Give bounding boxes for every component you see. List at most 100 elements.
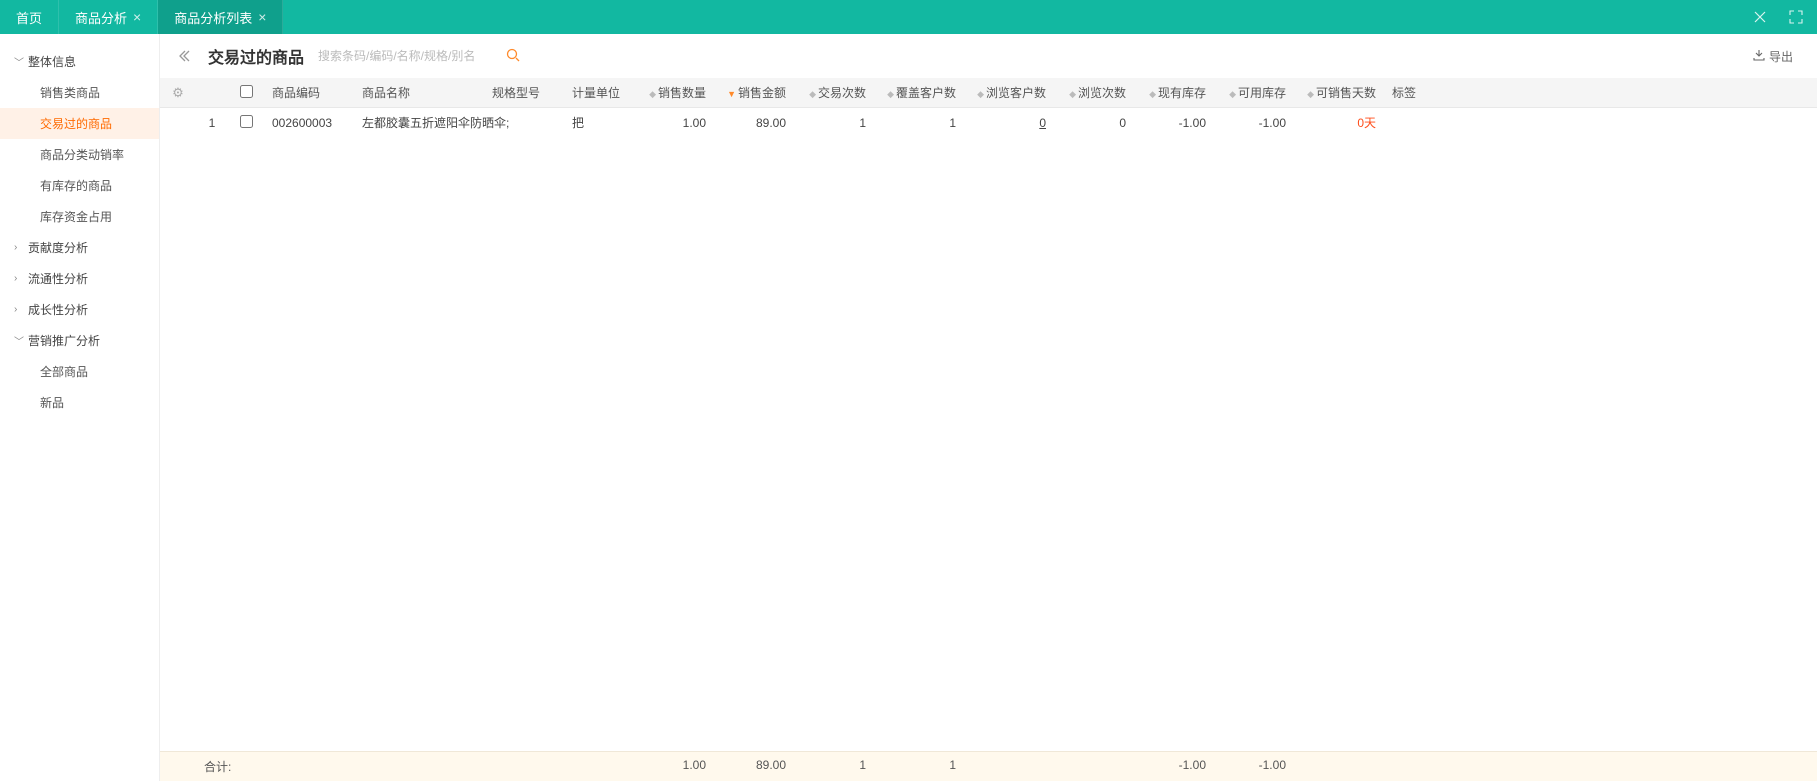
tab-product-analysis-list[interactable]: 商品分析列表 × [158,0,283,34]
sidebar-group-overall[interactable]: ﹀ 整体信息 [0,46,159,77]
cell-stock-now: -1.00 [1134,108,1214,138]
sort-icon: ◆ [1229,89,1236,100]
row-checkbox[interactable] [240,115,253,128]
gear-icon[interactable]: ⚙ [172,85,184,100]
sidebar-group-label: 流通性分析 [28,270,88,287]
cell-browse-cnt: 0 [1054,108,1134,138]
sidebar-group-liquidity[interactable]: › 流通性分析 [0,263,159,294]
cell-name: 左都胶囊五折遮阳伞防晒伞; [354,108,484,138]
col-browse-cust[interactable]: ◆浏览客户数 [964,78,1054,108]
search-icon[interactable] [506,48,520,65]
export-button[interactable]: 导出 [1753,48,1793,65]
cell-settings [160,108,196,138]
export-label: 导出 [1769,48,1793,65]
cell-tag [1384,108,1817,138]
sidebar-group-label: 整体信息 [28,53,76,70]
chevron-right-icon: › [14,304,24,315]
sort-icon: ◆ [1069,89,1076,100]
chevron-down-icon: ﹀ [14,54,24,69]
col-name[interactable]: 商品名称 [354,78,484,108]
sort-desc-icon: ▼ [727,89,736,99]
sidebar-group-label: 贡献度分析 [28,239,88,256]
close-icon[interactable]: × [133,9,141,25]
sidebar-group-contribution[interactable]: › 贡献度分析 [0,232,159,263]
search-wrap [318,48,1739,65]
footer-stock-now: -1.00 [1134,752,1214,781]
col-txn-cnt[interactable]: ◆交易次数 [794,78,874,108]
tab-bar-right [1747,0,1817,34]
col-stock-now[interactable]: ◆现有库存 [1134,78,1214,108]
content-header: 交易过的商品 导出 [160,34,1817,78]
collapse-sidebar-button[interactable] [174,46,194,66]
cell-days-sell: 0天 [1294,108,1384,138]
cell-txn-cnt: 1 [794,108,874,138]
footer-sales-amt: 89.00 [714,752,794,781]
sidebar-item-stocked-products[interactable]: 有库存的商品 [0,170,159,201]
col-row-index [196,78,228,108]
col-tag[interactable]: 标签 [1384,78,1817,108]
cell-code: 002600003 [264,108,354,138]
sidebar-group-marketing[interactable]: ﹀ 营销推广分析 [0,325,159,356]
search-input[interactable] [318,49,498,63]
col-spec[interactable]: 规格型号 [484,78,564,108]
sidebar-item-traded-products[interactable]: 交易过的商品 [0,108,159,139]
cell-sales-qty: 1.00 [634,108,714,138]
tab-label: 商品分析列表 [174,8,252,27]
cell-cust-cnt: 1 [874,108,964,138]
browse-cust-link[interactable]: 0 [1039,116,1046,130]
cell-checkbox [228,108,264,138]
sidebar-item-sales-products[interactable]: 销售类商品 [0,77,159,108]
col-code[interactable]: 商品编码 [264,78,354,108]
sort-icon: ◆ [649,89,656,100]
col-sales-qty[interactable]: ◆销售数量 [634,78,714,108]
table-wrapper: ⚙ 商品编码 商品名称 规格型号 计量单位 ◆销售数量 ▼销售金额 ◆交易次数 … [160,78,1817,781]
tab-product-analysis[interactable]: 商品分析 × [59,0,158,34]
tab-bar: 首页 商品分析 × 商品分析列表 × [0,0,1817,34]
col-checkbox [228,78,264,108]
sidebar-item-new-products[interactable]: 新品 [0,387,159,418]
sidebar-item-inventory-capital[interactable]: 库存资金占用 [0,201,159,232]
footer-totals: 合计: 1.00 89.00 1 1 -1.00 -1.00 [160,751,1817,781]
data-table: ⚙ 商品编码 商品名称 规格型号 计量单位 ◆销售数量 ▼销售金额 ◆交易次数 … [160,78,1817,137]
sidebar-group-label: 营销推广分析 [28,332,100,349]
sort-icon: ◆ [977,89,984,100]
tab-home[interactable]: 首页 [0,0,59,34]
sort-icon: ◆ [1307,89,1314,100]
col-settings[interactable]: ⚙ [160,78,196,108]
tab-label: 首页 [16,8,42,27]
tab-label: 商品分析 [75,8,127,27]
cell-row-index: 1 [196,108,228,138]
col-browse-cnt[interactable]: ◆浏览次数 [1054,78,1134,108]
footer-sales-qty: 1.00 [634,752,714,781]
col-stock-avail[interactable]: ◆可用库存 [1214,78,1294,108]
chevron-down-icon: ﹀ [14,333,24,348]
sort-icon: ◆ [809,89,816,100]
close-window-icon[interactable] [1747,4,1773,30]
table-header-row: ⚙ 商品编码 商品名称 规格型号 计量单位 ◆销售数量 ▼销售金额 ◆交易次数 … [160,78,1817,108]
col-sales-amt[interactable]: ▼销售金额 [714,78,794,108]
cell-unit: 把 [564,108,634,138]
table-row[interactable]: 1 002600003 左都胶囊五折遮阳伞防晒伞; 把 1.00 89.00 1… [160,108,1817,138]
footer-txn-cnt: 1 [794,752,874,781]
sort-icon: ◆ [887,89,894,100]
footer-label: 合计: [196,752,228,781]
close-icon[interactable]: × [258,9,266,25]
col-days-sell[interactable]: ◆可销售天数 [1294,78,1384,108]
cell-browse-cust: 0 [964,108,1054,138]
col-cust-cnt[interactable]: ◆覆盖客户数 [874,78,964,108]
sidebar-group-growth[interactable]: › 成长性分析 [0,294,159,325]
content-area: 交易过的商品 导出 [160,34,1817,781]
chevron-right-icon: › [14,242,24,253]
page-title: 交易过的商品 [208,44,304,68]
main-layout: ﹀ 整体信息 销售类商品 交易过的商品 商品分类动销率 有库存的商品 库存资金占… [0,34,1817,781]
export-icon [1753,49,1765,64]
select-all-checkbox[interactable] [240,85,253,98]
cell-stock-avail: -1.00 [1214,108,1294,138]
sidebar-item-all-products[interactable]: 全部商品 [0,356,159,387]
footer-stock-avail: -1.00 [1214,752,1294,781]
tab-bar-left: 首页 商品分析 × 商品分析列表 × [0,0,283,34]
fullscreen-icon[interactable] [1783,4,1809,30]
sort-icon: ◆ [1149,89,1156,100]
col-unit[interactable]: 计量单位 [564,78,634,108]
sidebar-item-category-sellthrough[interactable]: 商品分类动销率 [0,139,159,170]
